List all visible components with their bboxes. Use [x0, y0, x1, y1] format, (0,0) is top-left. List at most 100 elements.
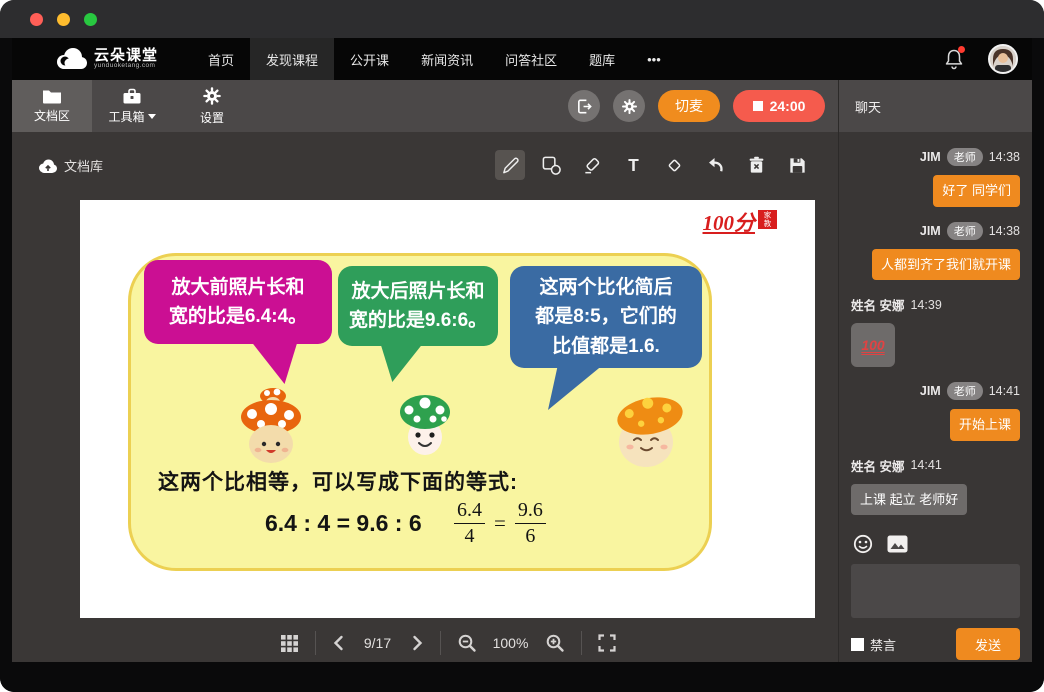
- zoom-out-button[interactable]: [457, 633, 477, 653]
- message-time: 14:39: [910, 298, 941, 312]
- bubble-line: 放大后照片长和: [351, 277, 484, 306]
- bubble-line: 这两个比化简后: [539, 273, 672, 302]
- cloud-upload-icon: [38, 159, 57, 173]
- tab-toolbox[interactable]: 工具箱: [92, 80, 172, 132]
- divider: [440, 631, 441, 655]
- bubble-line: 都是8:5，它们的: [535, 302, 676, 331]
- slide-caption: 这两个比相等，可以写成下面的等式:: [158, 466, 518, 496]
- nav-item-more[interactable]: •••: [631, 38, 677, 80]
- orange-mushroom-character: [608, 392, 686, 470]
- message-time: 14:41: [910, 458, 941, 472]
- mute-checkbox[interactable]: 禁言: [851, 635, 896, 654]
- nav-menu: 首页 发现课程 公开课 新闻资讯 问答社区 题库 •••: [192, 38, 677, 80]
- annotation-toolbar: T: [495, 150, 812, 180]
- notification-dot: [958, 46, 965, 53]
- sender-name: JIM: [920, 384, 941, 398]
- library-label: 文档库: [64, 156, 103, 175]
- logo-badge: 家教: [758, 210, 777, 229]
- pencil-tool-button[interactable]: [495, 150, 525, 180]
- message-bubble: 好了 同学们: [933, 175, 1020, 207]
- equation-text: 6.4 : 4 = 9.6 : 6: [265, 510, 422, 537]
- document-area: 文档库 T: [12, 132, 838, 662]
- user-avatar[interactable]: [988, 44, 1018, 74]
- logo-100-text: 100分: [703, 207, 756, 237]
- brand-logo[interactable]: 云朵课堂 yunduoketang.com: [54, 47, 158, 71]
- checkbox-icon: [851, 638, 864, 651]
- toggle-mic-button[interactable]: 切麦: [658, 90, 720, 122]
- fraction: 9.6 6: [515, 498, 546, 549]
- equals-sign: =: [494, 511, 506, 536]
- message-bubble: 100: [851, 323, 895, 367]
- eraser-tool-button[interactable]: [659, 150, 689, 180]
- denominator: 4: [465, 524, 475, 549]
- settings-button[interactable]: [613, 90, 645, 122]
- bubble-line: 放大前照片长和: [171, 273, 304, 302]
- message-bubble: 上课 起立 老师好: [851, 484, 967, 516]
- divider: [581, 631, 582, 655]
- chat-message: 姓名 安娜 14:39 100: [851, 295, 1020, 367]
- numerator: 6.4: [454, 498, 485, 524]
- nav-item-news[interactable]: 新闻资讯: [405, 38, 489, 80]
- message-time: 14:41: [989, 384, 1020, 398]
- speech-bubble-after-ratio: 放大后照片长和 宽的比是9.6:6。: [338, 266, 498, 346]
- chat-message: 姓名 安娜 14:41 上课 起立 老师好: [851, 456, 1020, 516]
- notification-bell-icon[interactable]: [944, 48, 964, 70]
- next-page-button[interactable]: [412, 635, 424, 651]
- page-indicator: 9/17: [360, 635, 396, 651]
- tab-settings[interactable]: 设置: [172, 80, 252, 132]
- tab-label: 文档区: [34, 107, 70, 124]
- chat-title: 聊天: [855, 97, 881, 116]
- nav-item-qa-community[interactable]: 问答社区: [489, 38, 573, 80]
- previous-page-button[interactable]: [332, 635, 344, 651]
- message-time: 14:38: [989, 224, 1020, 238]
- gear-icon: [621, 98, 638, 115]
- teacher-badge: 老师: [947, 222, 983, 240]
- minimize-window-button[interactable]: [57, 13, 70, 26]
- save-button[interactable]: [782, 150, 812, 180]
- chat-message-input[interactable]: [851, 564, 1020, 618]
- bubble-line: 比值都是1.6.: [552, 332, 660, 361]
- chat-panel: JIM 老师 14:38 好了 同学们 JIM 老师 14:38 人都到齐了我们…: [838, 132, 1032, 662]
- nav-item-home[interactable]: 首页: [192, 38, 250, 80]
- close-window-button[interactable]: [30, 13, 43, 26]
- chevron-down-icon: [148, 114, 156, 119]
- emoji-picker-icon[interactable]: [853, 534, 873, 554]
- send-button[interactable]: 发送: [956, 628, 1020, 660]
- sender-name: 姓名 安娜: [851, 456, 904, 475]
- teacher-badge: 老师: [947, 148, 983, 166]
- divider: [315, 631, 316, 655]
- maximize-window-button[interactable]: [84, 13, 97, 26]
- class-timer-button[interactable]: 24:00: [733, 90, 825, 122]
- fullscreen-button[interactable]: [598, 634, 616, 652]
- denominator: 6: [525, 524, 535, 549]
- clear-all-button[interactable]: [741, 150, 771, 180]
- exit-classroom-button[interactable]: [568, 90, 600, 122]
- tab-label: 工具箱: [108, 108, 144, 125]
- fraction: 6.4 4: [454, 498, 485, 549]
- red-mushroom-character: [238, 384, 306, 466]
- slide-canvas[interactable]: 100分 家教 放大前照片长和 宽的比是6.4:4。 放大后照片长和 宽的比是9…: [80, 200, 815, 618]
- thumbnail-grid-button[interactable]: [280, 634, 299, 653]
- document-library-button[interactable]: 文档库: [38, 156, 103, 175]
- teacher-badge: 老师: [947, 382, 983, 400]
- undo-button[interactable]: [700, 150, 730, 180]
- cloud-logo-icon: [54, 47, 88, 71]
- chat-input-area: 禁言 发送: [839, 530, 1032, 672]
- nav-item-question-bank[interactable]: 题库: [573, 38, 631, 80]
- message-bubble: 人都到齐了我们就开课: [872, 249, 1020, 281]
- zoom-in-button[interactable]: [545, 633, 565, 653]
- window-frame-bottom: [0, 662, 1044, 692]
- image-upload-icon[interactable]: [887, 535, 908, 553]
- text-tool-button[interactable]: T: [618, 150, 648, 180]
- nav-item-open-class[interactable]: 公开课: [334, 38, 405, 80]
- nav-item-discover-courses[interactable]: 发现课程: [250, 38, 334, 80]
- tab-document-area[interactable]: 文档区: [12, 80, 92, 132]
- svg-text:T: T: [628, 155, 639, 175]
- chat-message: JIM 老师 14:41 开始上课: [851, 382, 1020, 441]
- marker-tool-button[interactable]: [577, 150, 607, 180]
- shapes-tool-button[interactable]: [536, 150, 566, 180]
- tab-label: 设置: [200, 109, 224, 126]
- slide-brand-logo: 100分 家教: [703, 207, 778, 237]
- brand-title: 云朵课堂: [94, 48, 158, 64]
- stop-icon: [753, 101, 763, 111]
